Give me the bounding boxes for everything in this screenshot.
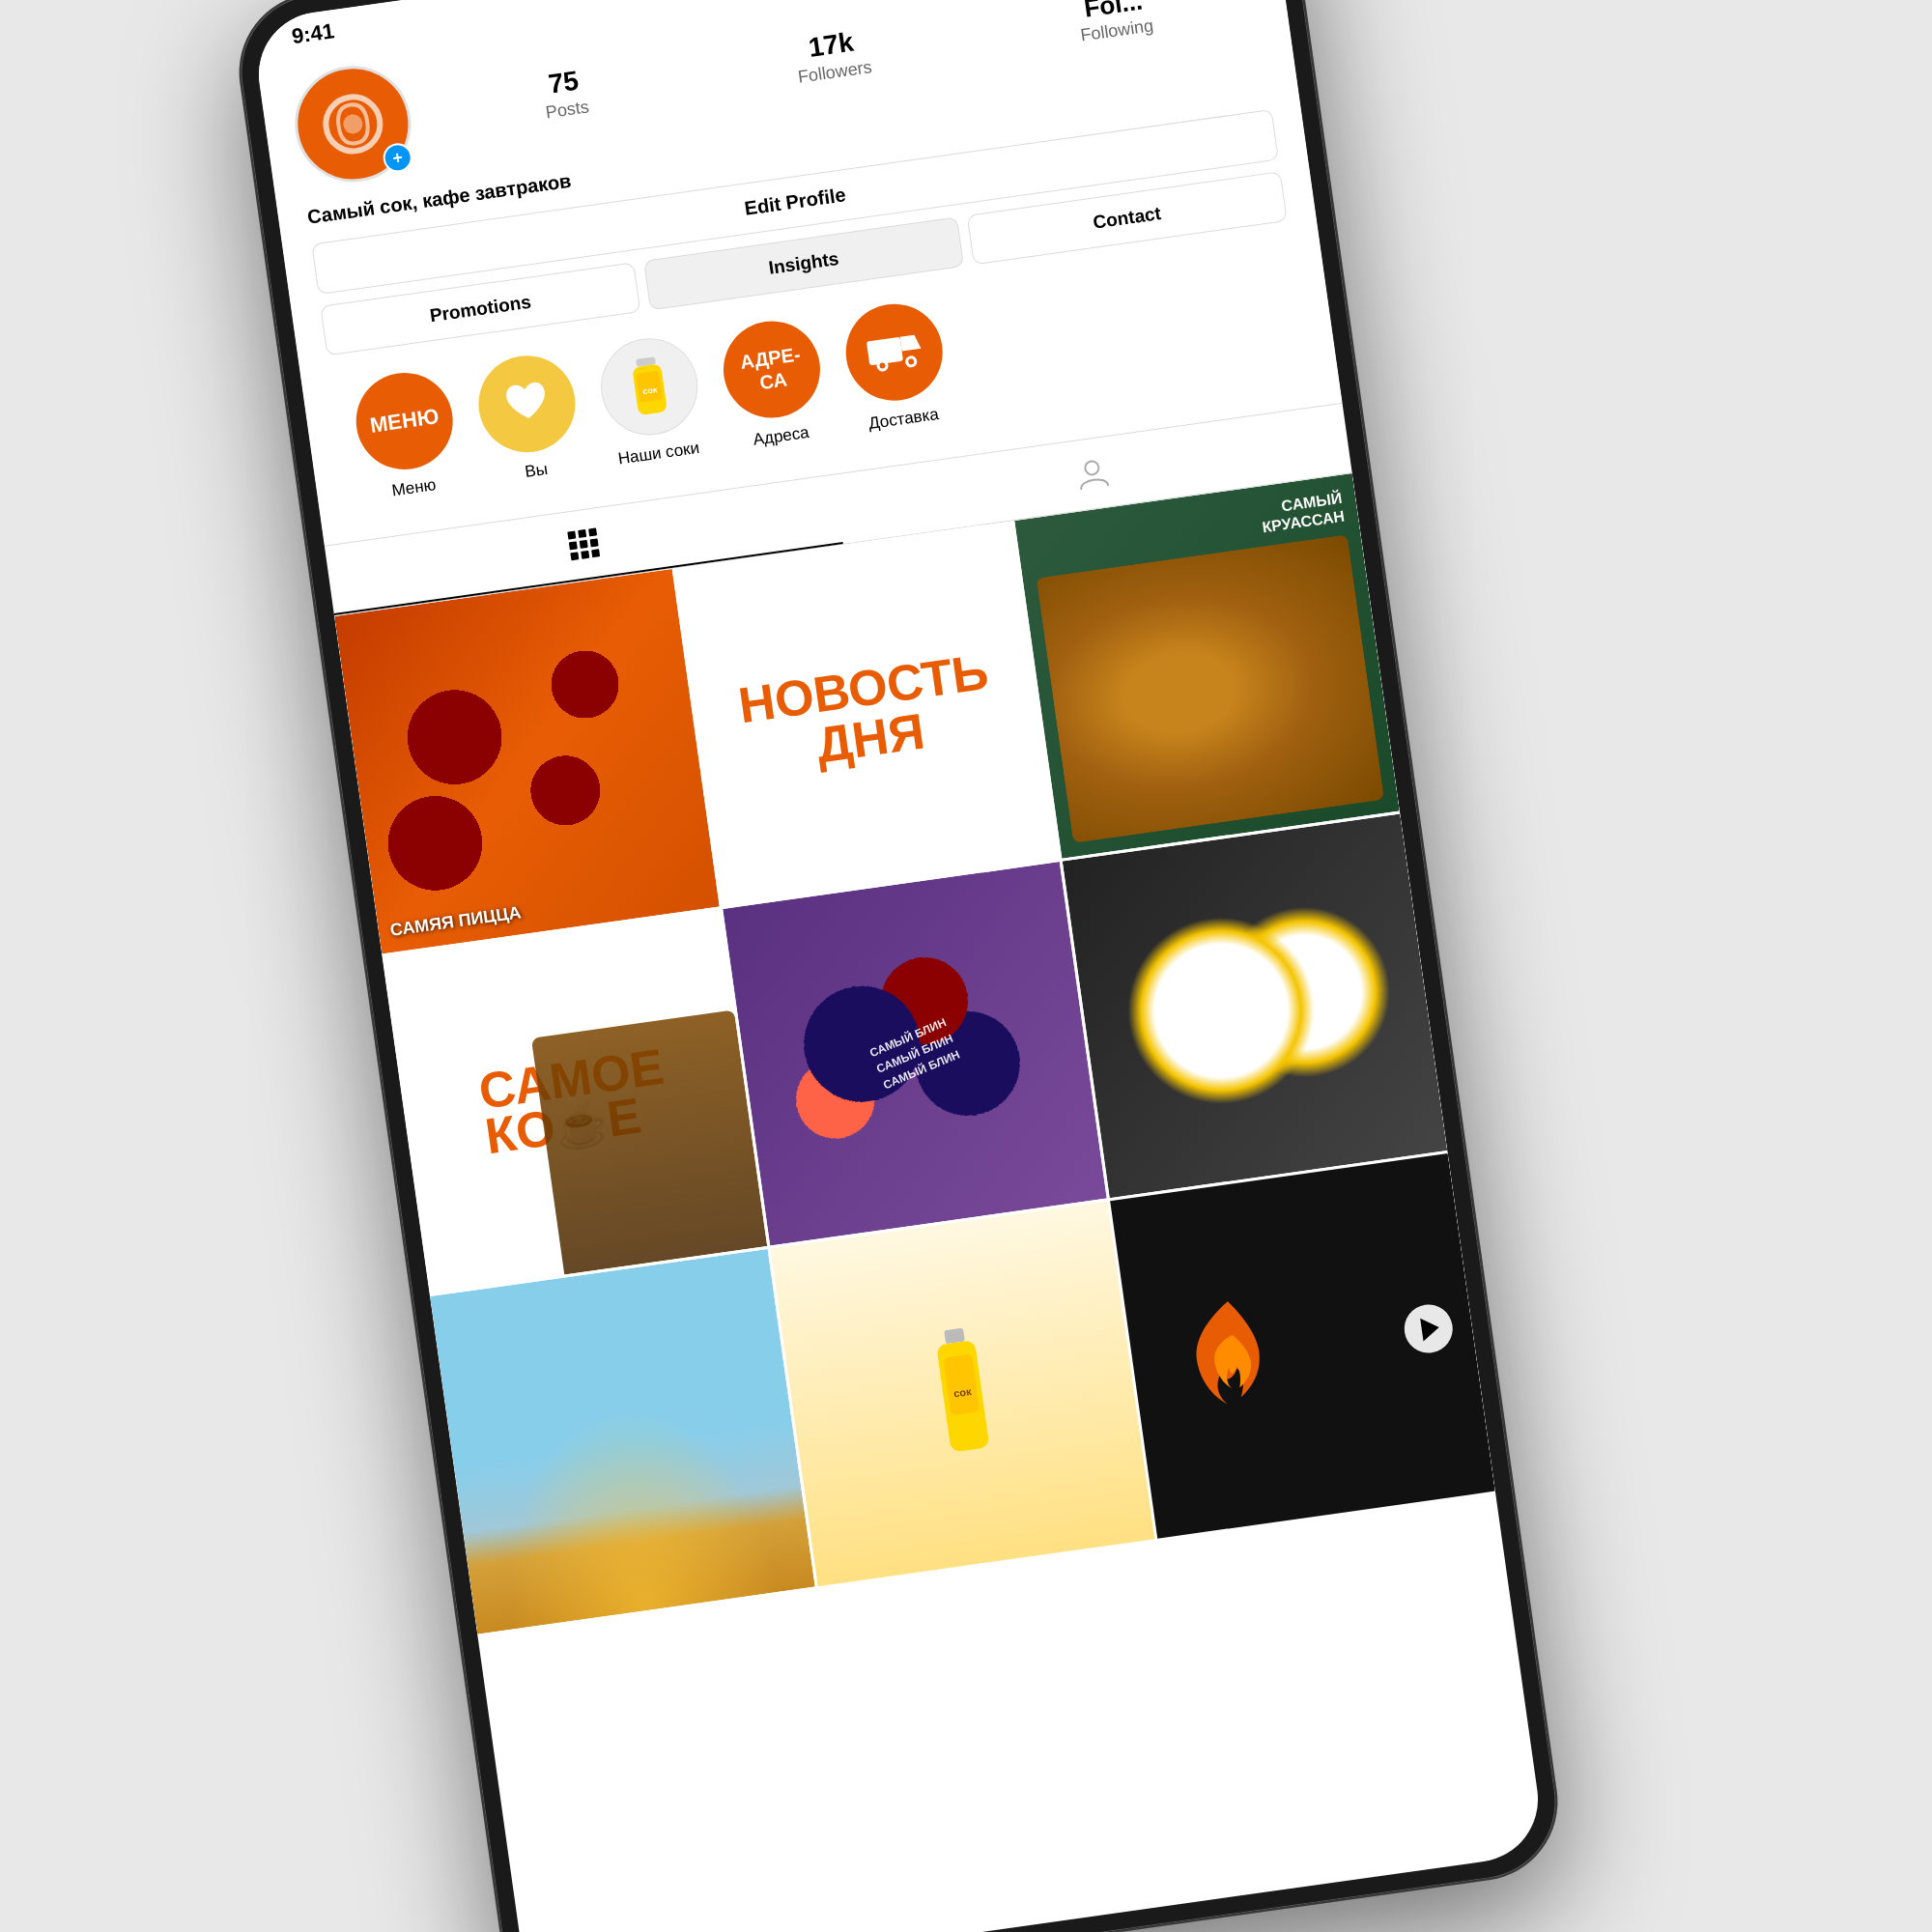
grid-cell-croissant[interactable]: САМЫЙКРУАССАН <box>1015 473 1400 858</box>
highlight-you[interactable]: Вы <box>472 350 585 488</box>
highlight-juices-circle: сок <box>595 332 704 441</box>
grid-cell-sky[interactable] <box>430 1249 814 1634</box>
news-text: НОВОСТЬ ДНЯ <box>714 624 1020 802</box>
svg-marker-15 <box>899 334 921 352</box>
grid-cell-coffee[interactable]: САМОЕ КО☕Е <box>383 909 767 1293</box>
play-button[interactable] <box>1401 1301 1455 1355</box>
juice-bottle-large: сок <box>920 1322 1006 1465</box>
delivery-icon <box>860 324 928 381</box>
person-icon <box>1073 454 1113 494</box>
highlight-you-label: Вы <box>524 460 549 482</box>
highlight-addresses-text: АДРЕ-СА <box>720 335 823 404</box>
highlight-addresses-label: Адреса <box>753 423 810 450</box>
highlight-delivery[interactable]: Доставка <box>839 298 952 436</box>
highlight-menu-text: МЕНЮ <box>368 404 440 439</box>
highlight-juices-label: Наши соки <box>617 439 701 469</box>
svg-point-20 <box>1084 460 1099 475</box>
highlight-addresses[interactable]: АДРЕ-СА Адреса <box>717 315 830 453</box>
status-time: 9:41 <box>290 18 335 49</box>
stat-posts-label: Posts <box>545 97 591 123</box>
grid-cell-pizza[interactable]: САМЯЯ ПИЦЦА <box>334 569 719 953</box>
stat-posts: 75 Posts <box>540 66 590 123</box>
phone-screen: 9:41 <box>251 0 1547 1932</box>
stats-row: 75 Posts 17k Followers Fol... Following <box>436 0 1260 137</box>
fire-icon <box>1179 1290 1292 1418</box>
highlight-addresses-circle: АДРЕ-СА <box>717 315 826 424</box>
grid-cell-fire[interactable] <box>1111 1153 1495 1538</box>
heart-icon <box>499 377 554 431</box>
highlight-juices[interactable]: сок Наши соки <box>595 332 708 470</box>
photo-grid: САМЯЯ ПИЦЦА НОВОСТЬ ДНЯ САМЫЙКРУАССАН <box>334 473 1495 1634</box>
grid-icon <box>567 527 600 560</box>
content-scroll: + 75 Posts 17k Followers <box>257 0 1547 1932</box>
avatar-container: + <box>288 59 419 190</box>
svg-text:сок: сок <box>642 384 659 396</box>
svg-rect-21 <box>944 1327 965 1344</box>
stat-followers-number: 17k <box>807 28 855 61</box>
stat-following: Fol... Following <box>1075 0 1155 47</box>
juice-bottle-icon: сок <box>616 349 683 424</box>
stat-followers-label: Followers <box>797 57 873 88</box>
highlight-menu[interactable]: МЕНЮ Меню <box>350 366 463 504</box>
stat-followers: 17k Followers <box>792 26 873 87</box>
highlight-you-circle <box>472 350 582 459</box>
grid-cell-news[interactable]: НОВОСТЬ ДНЯ <box>674 521 1059 905</box>
stat-posts-number: 75 <box>547 67 581 98</box>
play-triangle-icon <box>1420 1316 1440 1341</box>
grid-cell-juice-bottle[interactable]: сок <box>770 1202 1154 1586</box>
phone-wrapper: 9:41 <box>231 0 1566 1932</box>
highlight-menu-label: Меню <box>390 475 437 500</box>
highlight-delivery-label: Доставка <box>867 405 940 434</box>
phone-frame: 9:41 <box>231 0 1566 1932</box>
highlight-delivery-circle <box>839 298 949 407</box>
grid-cell-eggs[interactable] <box>1063 813 1447 1198</box>
highlight-menu-circle: МЕНЮ <box>350 366 459 475</box>
grid-cell-pancakes[interactable]: САМЫЙ БЛИНСАМЫЙ БЛИНСАМЫЙ БЛИН <box>723 862 1107 1246</box>
